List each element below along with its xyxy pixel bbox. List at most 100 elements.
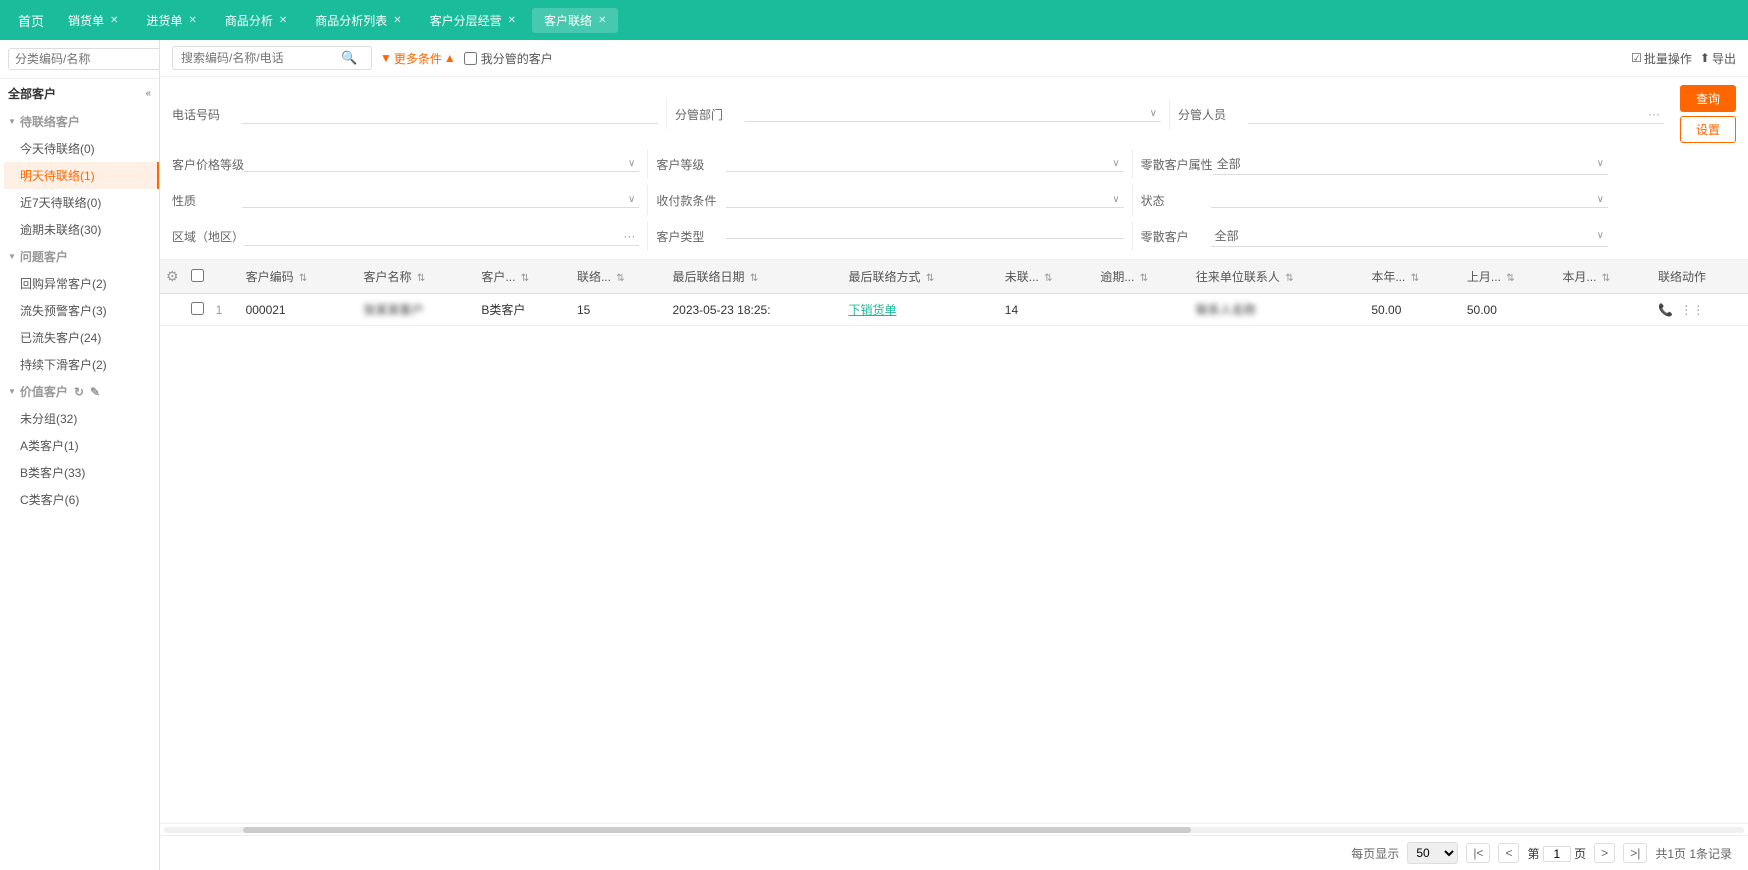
sidebar-item-a-class[interactable]: A类客户(1) bbox=[4, 432, 159, 459]
sidebar-group-problem: ▼ 问题客户 bbox=[0, 243, 159, 270]
th-unit-contact[interactable]: 往来单位联系人 ⇅ bbox=[1190, 260, 1365, 294]
retail-customer-select[interactable]: 全部 ∨ bbox=[1211, 225, 1608, 247]
page-input[interactable] bbox=[1543, 846, 1571, 862]
per-page-select[interactable]: 50 20 100 bbox=[1407, 842, 1458, 864]
region-select[interactable]: ··· bbox=[244, 227, 639, 246]
branch-person-select[interactable]: ··· bbox=[1248, 105, 1664, 124]
value-subsection: 未分组(32) A类客户(1) B类客户(33) C类客户(6) bbox=[0, 405, 159, 513]
collapse-icon[interactable]: « bbox=[145, 88, 151, 99]
my-customers-checkbox[interactable]: 我分管的客户 bbox=[464, 50, 553, 67]
export-button[interactable]: ⬆ 导出 bbox=[1700, 50, 1736, 67]
nav-tab-0[interactable]: 销货单 ✕ bbox=[56, 8, 130, 33]
nav-tab-1[interactable]: 进货单 ✕ bbox=[134, 8, 208, 33]
sidebar-item-repeat-abnormal[interactable]: 回购异常客户(2) bbox=[4, 270, 159, 297]
last-page-button[interactable]: >| bbox=[1623, 843, 1647, 863]
search-input[interactable] bbox=[181, 51, 341, 65]
th-last-contact-method[interactable]: 最后联络方式 ⇅ bbox=[843, 260, 999, 294]
sort-icon: ⇅ bbox=[1285, 273, 1293, 284]
td-checkbox[interactable] bbox=[185, 294, 210, 326]
batch-operation-button[interactable]: ☑ 批量操作 bbox=[1631, 50, 1692, 67]
first-page-button[interactable]: |< bbox=[1466, 843, 1490, 863]
td-last-method[interactable]: 下销货单 bbox=[843, 294, 999, 326]
close-icon[interactable]: ✕ bbox=[279, 15, 287, 26]
horizontal-scrollbar[interactable] bbox=[160, 823, 1748, 835]
nav-tab-2[interactable]: 商品分析 ✕ bbox=[213, 8, 299, 33]
retail-attr-select[interactable]: 全部 ∨ bbox=[1213, 153, 1608, 175]
th-this-month[interactable]: 本月... ⇅ bbox=[1556, 260, 1652, 294]
setting-button[interactable]: 设置 bbox=[1680, 116, 1736, 143]
price-level-select[interactable]: ∨ bbox=[244, 156, 639, 172]
customer-level-select[interactable]: ∨ bbox=[726, 156, 1123, 172]
prev-page-button[interactable]: < bbox=[1498, 843, 1519, 863]
gender-select[interactable]: ∨ bbox=[242, 192, 639, 208]
row-checkbox[interactable] bbox=[191, 302, 204, 315]
search-box[interactable]: 🔍 bbox=[172, 46, 372, 70]
sort-icon: ⇅ bbox=[1044, 273, 1052, 284]
sidebar-item-b-class[interactable]: B类客户(33) bbox=[4, 459, 159, 486]
nav-tab-4[interactable]: 客户分层经营 ✕ bbox=[418, 8, 528, 33]
last-contact-link[interactable]: 下销货单 bbox=[849, 303, 897, 317]
query-button[interactable]: 查询 bbox=[1680, 85, 1736, 112]
sidebar-item-c-class[interactable]: C类客户(6) bbox=[4, 486, 159, 513]
phone-input[interactable] bbox=[242, 105, 658, 124]
close-icon[interactable]: ✕ bbox=[188, 15, 196, 26]
sidebar-item-week[interactable]: 近7天待联络(0) bbox=[4, 189, 159, 216]
sidebar-item-ungrouped[interactable]: 未分组(32) bbox=[4, 405, 159, 432]
th-this-year[interactable]: 本年... ⇅ bbox=[1365, 260, 1461, 294]
action-more-icon[interactable]: ⋮⋮ bbox=[1680, 303, 1704, 317]
th-action[interactable]: 联络动作 bbox=[1652, 260, 1748, 294]
action-phone-icon[interactable]: 📞 bbox=[1658, 303, 1673, 317]
th-last-month[interactable]: 上月... ⇅ bbox=[1461, 260, 1557, 294]
th-type[interactable]: 客户... ⇅ bbox=[475, 260, 571, 294]
sidebar-all-customers[interactable]: 全部客户 « bbox=[0, 79, 159, 108]
next-page-button[interactable]: > bbox=[1594, 843, 1615, 863]
filter-price-level: 客户价格等级 ∨ bbox=[172, 156, 639, 173]
ellipsis-icon[interactable]: ··· bbox=[623, 229, 635, 243]
scrollbar-track bbox=[164, 827, 1744, 833]
nav-home[interactable]: 首页 bbox=[10, 7, 52, 34]
nav-tab-5[interactable]: 客户联络 ✕ bbox=[532, 8, 618, 33]
ellipsis-icon[interactable]: ··· bbox=[1648, 107, 1660, 121]
sidebar-search-input[interactable] bbox=[8, 48, 160, 70]
customer-type-select[interactable] bbox=[726, 234, 1123, 239]
th-settings[interactable]: ⚙ bbox=[160, 260, 185, 294]
sidebar-item-today[interactable]: 今天待联络(0) bbox=[4, 135, 159, 162]
sidebar-item-overdue[interactable]: 逾期未联络(30) bbox=[4, 216, 159, 243]
sidebar-item-tomorrow[interactable]: 明天待联络(1) bbox=[4, 162, 159, 189]
sidebar-item-continuous-down[interactable]: 持续下滑客户(2) bbox=[4, 351, 159, 378]
th-name[interactable]: 客户名称 ⇅ bbox=[357, 260, 475, 294]
sidebar-group-pending: ▼ 待联络客户 bbox=[0, 108, 159, 135]
th-num bbox=[210, 260, 240, 294]
edit-icon[interactable]: ✎ bbox=[90, 385, 100, 399]
th-checkbox[interactable] bbox=[185, 260, 210, 294]
select-all-checkbox[interactable] bbox=[191, 269, 204, 282]
customer-name: 张某某客户 bbox=[363, 303, 423, 317]
td-this-month bbox=[1556, 294, 1652, 326]
sidebar-item-lost-risk[interactable]: 流失预警客户(3) bbox=[4, 297, 159, 324]
divider bbox=[1132, 221, 1133, 251]
search-icon[interactable]: 🔍 bbox=[341, 50, 357, 66]
close-icon[interactable]: ✕ bbox=[393, 15, 401, 26]
scrollbar-thumb[interactable] bbox=[243, 827, 1191, 833]
close-icon[interactable]: ✕ bbox=[508, 15, 516, 26]
close-icon[interactable]: ✕ bbox=[110, 15, 118, 26]
sidebar-item-lost[interactable]: 已流失客户(24) bbox=[4, 324, 159, 351]
nav-tab-3[interactable]: 商品分析列表 ✕ bbox=[303, 8, 413, 33]
my-customers-check[interactable] bbox=[464, 52, 477, 65]
td-name: 张某某客户 bbox=[357, 294, 475, 326]
refresh-icon[interactable]: ↻ bbox=[74, 385, 84, 399]
payment-terms-select[interactable]: ∨ bbox=[726, 192, 1123, 208]
settings-icon[interactable]: ⚙ bbox=[166, 268, 179, 284]
close-icon[interactable]: ✕ bbox=[598, 15, 606, 26]
th-overdue[interactable]: 逾期... ⇅ bbox=[1094, 260, 1190, 294]
th-last-contact-date[interactable]: 最后联络日期 ⇅ bbox=[666, 260, 842, 294]
content-area: 🔍 ▼ 更多条件 ▲ 我分管的客户 ☑ 批量操作 ⬆ 导出 bbox=[160, 40, 1748, 870]
status-select[interactable]: ∨ bbox=[1211, 192, 1608, 208]
th-uncontacted[interactable]: 未联... ⇅ bbox=[999, 260, 1095, 294]
more-conditions-button[interactable]: ▼ 更多条件 ▲ bbox=[380, 50, 456, 67]
th-contacts[interactable]: 联络... ⇅ bbox=[571, 260, 667, 294]
th-code[interactable]: 客户编码 ⇅ bbox=[240, 260, 358, 294]
sort-icon: ⇅ bbox=[616, 273, 624, 284]
branch-dept-select[interactable]: ∨ bbox=[745, 106, 1161, 122]
sort-icon: ⇅ bbox=[1506, 273, 1514, 284]
